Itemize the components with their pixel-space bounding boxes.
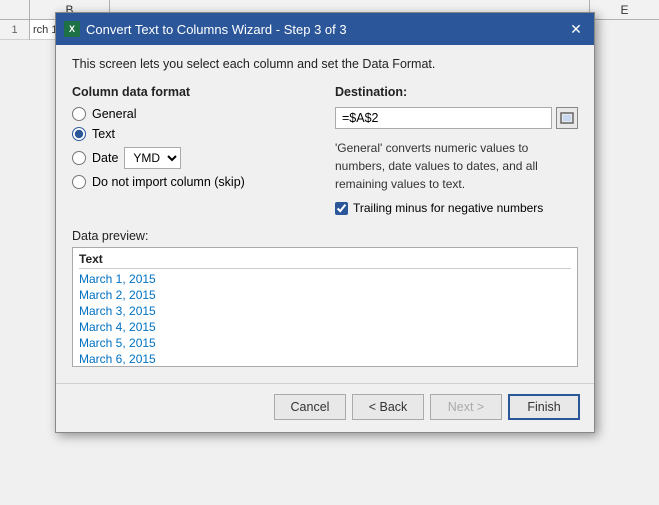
radio-skip-input[interactable]: [72, 175, 86, 189]
radio-group: General Text Date YMD MDY DMY: [72, 107, 315, 189]
data-preview-label: Data preview:: [72, 229, 578, 243]
dialog-body: This screen lets you select each column …: [56, 45, 594, 379]
preview-row-2: March 3, 2015: [79, 303, 571, 319]
radio-date-input[interactable]: [72, 151, 86, 165]
preview-row-4: March 5, 2015: [79, 335, 571, 351]
column-data-format-panel: Column data format General Text Date: [72, 85, 315, 215]
dialog-footer: Cancel < Back Next > Finish: [56, 383, 594, 432]
dialog-titlebar: X Convert Text to Columns Wizard - Step …: [56, 13, 594, 45]
row-1-header: 1: [0, 20, 30, 40]
destination-panel: Destination: 'General' converts numeric …: [335, 85, 578, 215]
preview-row-3: March 4, 2015: [79, 319, 571, 335]
data-preview-section: Data preview: Text March 1, 2015 March 2…: [72, 229, 578, 367]
trailing-minus-checkbox[interactable]: [335, 202, 348, 215]
titlebar-left: X Convert Text to Columns Wizard - Step …: [64, 21, 347, 37]
preview-row-1: March 2, 2015: [79, 287, 571, 303]
excel-icon: X: [64, 21, 80, 37]
collapse-button[interactable]: [556, 107, 578, 129]
col-e-header: E: [590, 0, 659, 19]
radio-date[interactable]: Date YMD MDY DMY: [72, 147, 315, 169]
radio-skip[interactable]: Do not import column (skip): [72, 175, 315, 189]
collapse-icon: [560, 112, 574, 124]
preview-row-5: March 6, 2015: [79, 351, 571, 367]
cancel-button[interactable]: Cancel: [274, 394, 346, 420]
general-description: 'General' converts numeric values to num…: [335, 139, 578, 193]
back-button[interactable]: < Back: [352, 394, 424, 420]
trailing-minus-row[interactable]: Trailing minus for negative numbers: [335, 201, 578, 215]
radio-text[interactable]: Text: [72, 127, 315, 141]
main-columns: Column data format General Text Date: [72, 85, 578, 215]
date-format-select[interactable]: YMD MDY DMY: [124, 147, 181, 169]
next-button[interactable]: Next >: [430, 394, 502, 420]
finish-button[interactable]: Finish: [508, 394, 580, 420]
radio-general-input[interactable]: [72, 107, 86, 121]
radio-text-input[interactable]: [72, 127, 86, 141]
close-button[interactable]: ✕: [566, 19, 586, 39]
dialog-title: Convert Text to Columns Wizard - Step 3 …: [86, 22, 347, 37]
destination-label: Destination:: [335, 85, 578, 99]
radio-general[interactable]: General: [72, 107, 315, 121]
radio-skip-label: Do not import column (skip): [92, 175, 245, 189]
radio-date-label: Date: [92, 151, 118, 165]
radio-text-label: Text: [92, 127, 115, 141]
preview-row-0: March 1, 2015: [79, 271, 571, 287]
destination-input-row: [335, 107, 578, 129]
radio-general-label: General: [92, 107, 136, 121]
excel-icon-label: X: [69, 24, 75, 34]
preview-header: Text: [79, 252, 571, 269]
column-format-label: Column data format: [72, 85, 315, 99]
data-preview-box: Text March 1, 2015 March 2, 2015 March 3…: [72, 247, 578, 367]
description-text: This screen lets you select each column …: [72, 57, 578, 71]
trailing-minus-label: Trailing minus for negative numbers: [353, 201, 543, 215]
dialog-window: X Convert Text to Columns Wizard - Step …: [55, 12, 595, 433]
destination-input[interactable]: [335, 107, 552, 129]
